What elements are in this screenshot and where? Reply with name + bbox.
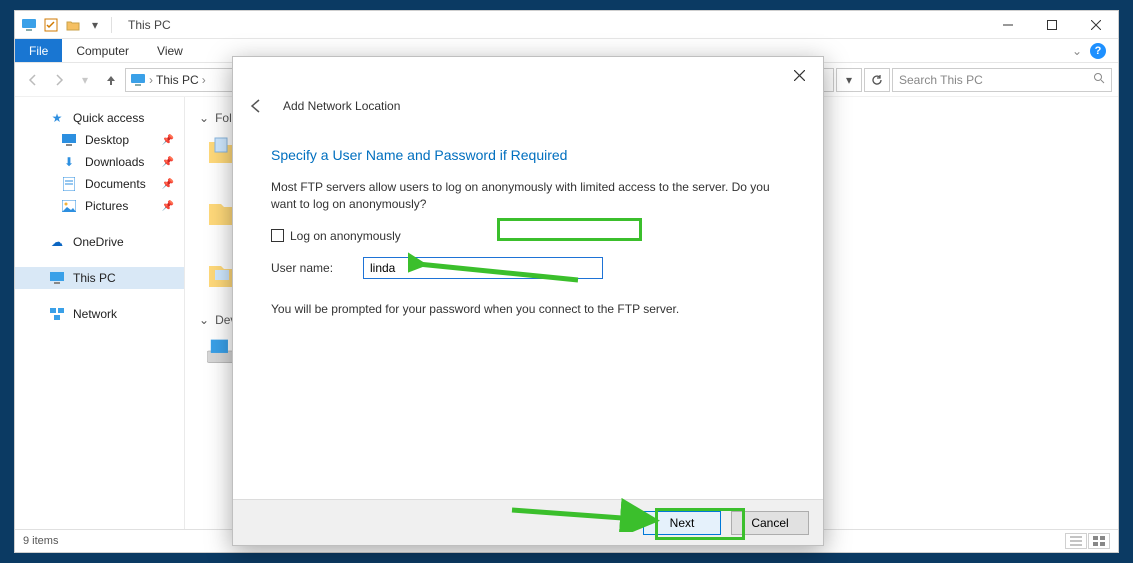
help-icon[interactable]: ? <box>1090 43 1106 59</box>
anonymous-login-checkbox[interactable] <box>271 229 284 242</box>
view-tab[interactable]: View <box>143 39 197 62</box>
separator <box>111 17 112 33</box>
nav-back-button[interactable] <box>21 68 45 92</box>
sidebar-network[interactable]: Network <box>15 303 184 325</box>
sidebar-label: Pictures <box>85 199 128 213</box>
close-button[interactable] <box>1074 11 1118 39</box>
computer-tab[interactable]: Computer <box>62 39 143 62</box>
sidebar-this-pc[interactable]: This PC <box>15 267 184 289</box>
sidebar-label: Documents <box>85 177 146 191</box>
titlebar: ▾ This PC <box>15 11 1118 39</box>
nav-up-button[interactable] <box>99 68 123 92</box>
window-controls <box>986 11 1118 39</box>
status-item-count: 9 items <box>23 535 58 547</box>
desktop-icon <box>61 132 77 148</box>
sidebar-item-pictures[interactable]: Pictures 📌 <box>15 195 184 217</box>
username-row: User name: <box>271 257 785 279</box>
wizard-back-button[interactable] <box>243 93 269 119</box>
minimize-button[interactable] <box>986 11 1030 39</box>
wizard-description: Most FTP servers allow users to log on a… <box>271 179 785 213</box>
onedrive-icon: ☁ <box>49 234 65 250</box>
pin-icon: 📌 <box>162 157 174 168</box>
wizard-body: Specify a User Name and Password if Requ… <box>233 125 823 499</box>
breadcrumb-segment[interactable]: This PC <box>156 73 199 87</box>
password-prompt-note: You will be prompted for your password w… <box>271 301 785 318</box>
window-title: This PC <box>128 18 171 32</box>
search-box[interactable]: Search This PC <box>892 68 1112 92</box>
this-pc-icon <box>21 17 37 33</box>
address-dropdown-button[interactable]: ▾ <box>836 68 862 92</box>
this-pc-icon <box>49 270 65 286</box>
add-network-location-wizard: Add Network Location Specify a User Name… <box>232 56 824 546</box>
breadcrumb-chevron-icon[interactable]: › <box>149 73 153 87</box>
qat-dropdown-icon[interactable]: ▾ <box>87 17 103 33</box>
sidebar-label: Desktop <box>85 133 129 147</box>
quick-access-toolbar: ▾ This PC <box>21 17 171 33</box>
file-tab[interactable]: File <box>15 39 62 62</box>
sidebar-item-documents[interactable]: Documents 📌 <box>15 173 184 195</box>
network-icon <box>49 306 65 322</box>
ribbon-expand-icon[interactable]: ⌄ <box>1072 44 1082 58</box>
sidebar-item-downloads[interactable]: ⬇ Downloads 📌 <box>15 151 184 173</box>
sidebar-label: Downloads <box>85 155 144 169</box>
cancel-button[interactable]: Cancel <box>731 511 809 535</box>
anonymous-login-row: Log on anonymously <box>271 229 785 243</box>
sidebar-label: Quick access <box>73 111 144 125</box>
sidebar-label: Network <box>73 307 117 321</box>
pin-icon: 📌 <box>162 135 174 146</box>
downloads-icon: ⬇ <box>61 154 77 170</box>
search-placeholder: Search This PC <box>899 73 983 87</box>
pictures-icon <box>61 198 77 214</box>
chevron-down-icon: ⌄ <box>199 111 209 125</box>
maximize-button[interactable] <box>1030 11 1074 39</box>
wizard-heading: Specify a User Name and Password if Requ… <box>271 147 785 163</box>
navigation-pane: ★ Quick access Desktop 📌 ⬇ Downloads 📌 D… <box>15 97 185 529</box>
next-button[interactable]: Next <box>643 511 721 535</box>
refresh-button[interactable] <box>864 68 890 92</box>
sidebar-label: This PC <box>73 271 116 285</box>
chevron-down-icon: ⌄ <box>199 313 209 327</box>
wizard-titlebar <box>233 57 823 93</box>
properties-icon[interactable] <box>43 17 59 33</box>
wizard-header: Add Network Location <box>233 93 823 125</box>
details-view-button[interactable] <box>1065 533 1087 549</box>
wizard-close-button[interactable] <box>779 60 819 90</box>
nav-recent-dropdown[interactable]: ▾ <box>73 68 97 92</box>
breadcrumb-chevron-icon[interactable]: › <box>202 73 206 87</box>
view-toggles <box>1065 533 1110 549</box>
documents-icon <box>61 176 77 192</box>
pin-icon: 📌 <box>162 179 174 190</box>
new-folder-icon[interactable] <box>65 17 81 33</box>
sidebar-onedrive[interactable]: ☁ OneDrive <box>15 231 184 253</box>
sidebar-item-desktop[interactable]: Desktop 📌 <box>15 129 184 151</box>
username-label: User name: <box>271 261 341 275</box>
sidebar-quick-access[interactable]: ★ Quick access <box>15 107 184 129</box>
this-pc-small-icon <box>130 72 146 88</box>
wizard-footer: Next Cancel <box>233 499 823 545</box>
large-icons-view-button[interactable] <box>1088 533 1110 549</box>
sidebar-label: OneDrive <box>73 235 124 249</box>
wizard-title: Add Network Location <box>283 99 400 113</box>
star-icon: ★ <box>49 110 65 126</box>
pin-icon: 📌 <box>162 201 174 212</box>
nav-forward-button[interactable] <box>47 68 71 92</box>
search-icon <box>1093 72 1105 87</box>
anonymous-login-label: Log on anonymously <box>290 229 401 243</box>
username-input[interactable] <box>363 257 603 279</box>
